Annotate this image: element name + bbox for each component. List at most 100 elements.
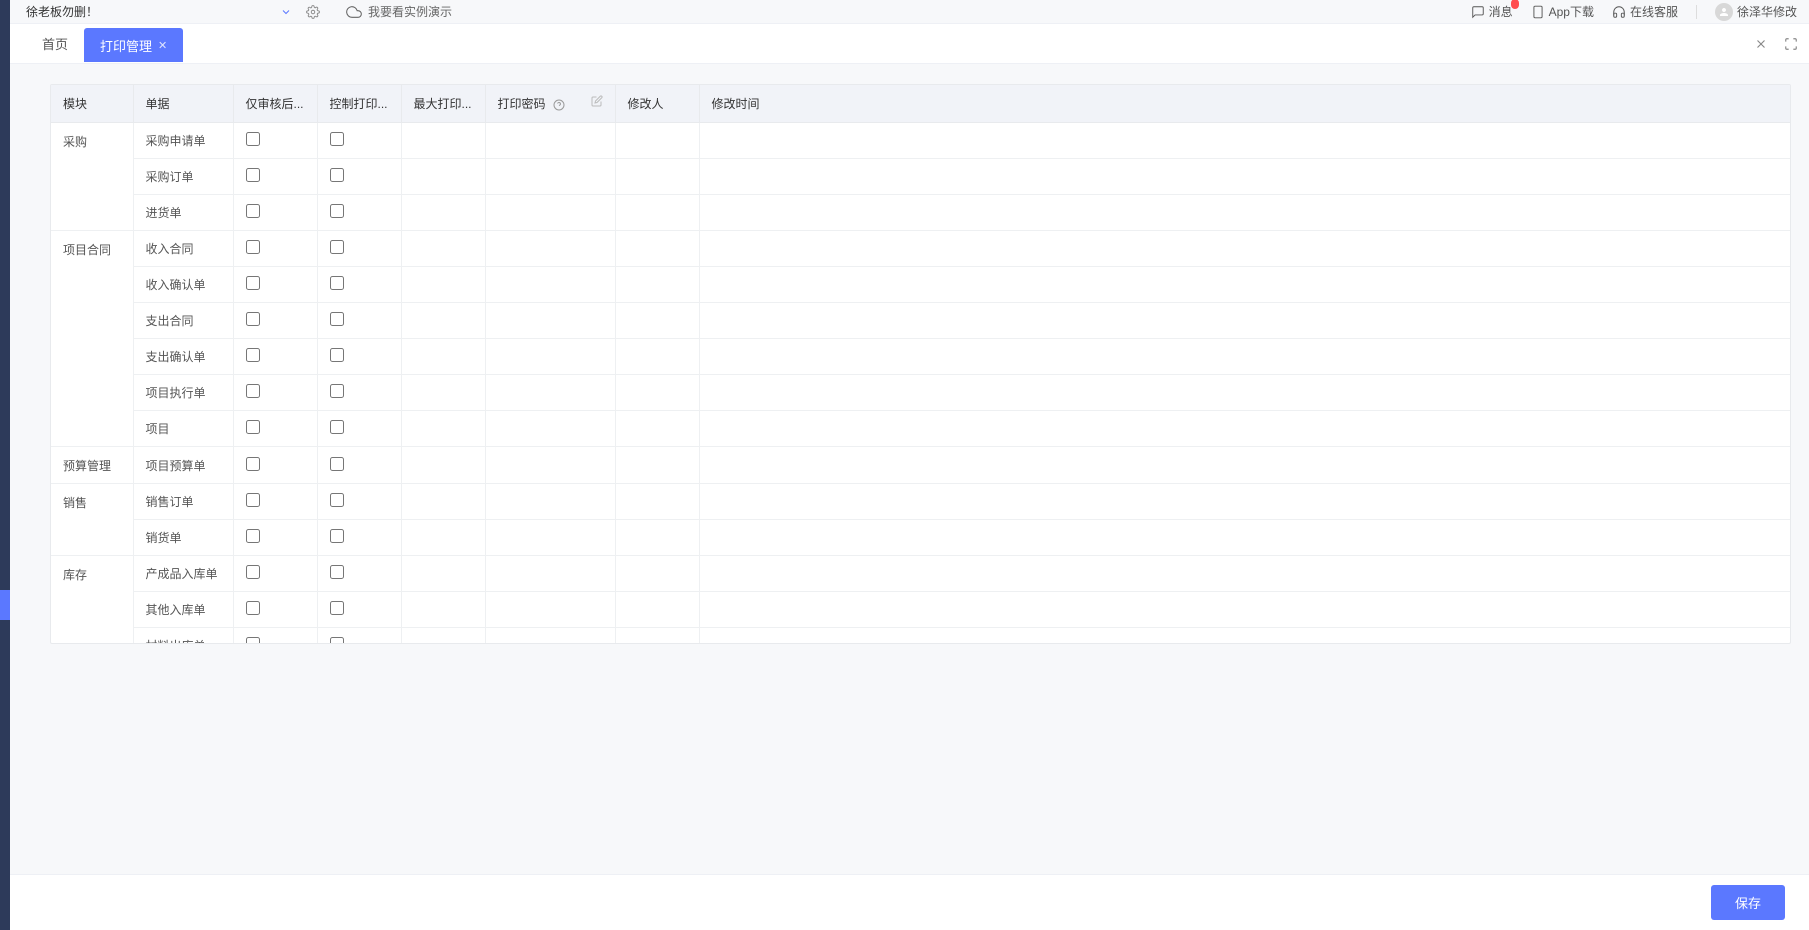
footer-bar: 保存 xyxy=(10,874,1809,930)
content-area: 模块 单据 仅审核后... 控制打印... 最大打印... 打印密码 xyxy=(10,64,1809,930)
max-print-cell[interactable] xyxy=(401,267,485,303)
print-password-cell[interactable] xyxy=(485,375,615,411)
audit-only-checkbox[interactable] xyxy=(246,457,260,471)
modify-time-cell xyxy=(699,411,1790,447)
control-print-checkbox[interactable] xyxy=(330,348,344,362)
audit-only-checkbox[interactable] xyxy=(246,240,260,254)
print-password-cell[interactable] xyxy=(485,484,615,520)
max-print-cell[interactable] xyxy=(401,484,485,520)
control-print-checkbox[interactable] xyxy=(330,420,344,434)
company-select[interactable]: 徐老板勿删！ xyxy=(26,3,292,20)
control-print-checkbox[interactable] xyxy=(330,565,344,579)
save-button[interactable]: 保存 xyxy=(1711,885,1785,920)
control-print-checkbox[interactable] xyxy=(330,240,344,254)
edit-icon[interactable] xyxy=(591,95,603,110)
control-print-cell xyxy=(317,303,401,339)
modifier-cell xyxy=(615,231,699,267)
control-print-checkbox[interactable] xyxy=(330,457,344,471)
modify-time-cell xyxy=(699,195,1790,231)
max-print-cell[interactable] xyxy=(401,231,485,267)
table-row: 项目 xyxy=(51,411,1790,447)
company-name: 徐老板勿删！ xyxy=(26,3,98,20)
document-cell: 项目预算单 xyxy=(133,447,233,484)
audit-only-cell xyxy=(233,303,317,339)
max-print-cell[interactable] xyxy=(401,411,485,447)
max-print-cell[interactable] xyxy=(401,628,485,644)
max-print-cell[interactable] xyxy=(401,520,485,556)
control-print-checkbox[interactable] xyxy=(330,132,344,146)
max-print-cell[interactable] xyxy=(401,592,485,628)
document-cell: 支出确认单 xyxy=(133,339,233,375)
audit-only-checkbox[interactable] xyxy=(246,529,260,543)
max-print-cell[interactable] xyxy=(401,159,485,195)
tab-close-icon[interactable]: ✕ xyxy=(158,39,167,52)
close-all-tabs-button[interactable] xyxy=(1751,34,1771,54)
audit-only-cell xyxy=(233,195,317,231)
print-password-cell[interactable] xyxy=(485,520,615,556)
print-password-cell[interactable] xyxy=(485,267,615,303)
table-scroll[interactable]: 模块 单据 仅审核后... 控制打印... 最大打印... 打印密码 xyxy=(51,85,1790,643)
control-print-checkbox[interactable] xyxy=(330,637,344,643)
tab-print-management[interactable]: 打印管理 ✕ xyxy=(84,28,183,62)
control-print-cell xyxy=(317,195,401,231)
online-service-link[interactable]: 在线客服 xyxy=(1612,3,1678,20)
print-password-cell[interactable] xyxy=(485,231,615,267)
audit-only-cell xyxy=(233,411,317,447)
max-print-cell[interactable] xyxy=(401,447,485,484)
tab-home-label: 首页 xyxy=(42,34,68,53)
print-password-cell[interactable] xyxy=(485,195,615,231)
control-print-checkbox[interactable] xyxy=(330,312,344,326)
audit-only-checkbox[interactable] xyxy=(246,204,260,218)
modify-time-cell xyxy=(699,484,1790,520)
audit-only-checkbox[interactable] xyxy=(246,312,260,326)
audit-only-checkbox[interactable] xyxy=(246,420,260,434)
control-print-cell xyxy=(317,339,401,375)
control-print-checkbox[interactable] xyxy=(330,529,344,543)
modifier-cell xyxy=(615,520,699,556)
app-download-link[interactable]: App下载 xyxy=(1531,3,1594,20)
control-print-checkbox[interactable] xyxy=(330,168,344,182)
user-menu[interactable]: 徐泽华修改 xyxy=(1715,3,1797,21)
control-print-checkbox[interactable] xyxy=(330,276,344,290)
control-print-checkbox[interactable] xyxy=(330,493,344,507)
audit-only-checkbox[interactable] xyxy=(246,637,260,643)
max-print-cell[interactable] xyxy=(401,303,485,339)
help-icon[interactable] xyxy=(553,99,565,111)
audit-only-checkbox[interactable] xyxy=(246,601,260,615)
audit-only-checkbox[interactable] xyxy=(246,276,260,290)
document-cell: 项目执行单 xyxy=(133,375,233,411)
audit-only-checkbox[interactable] xyxy=(246,493,260,507)
print-password-cell[interactable] xyxy=(485,123,615,159)
audit-only-checkbox[interactable] xyxy=(246,168,260,182)
control-print-cell xyxy=(317,123,401,159)
document-cell: 支出合同 xyxy=(133,303,233,339)
print-password-cell[interactable] xyxy=(485,411,615,447)
demo-link[interactable]: 我要看实例演示 xyxy=(346,3,452,20)
max-print-cell[interactable] xyxy=(401,375,485,411)
print-password-cell[interactable] xyxy=(485,339,615,375)
fullscreen-button[interactable] xyxy=(1781,34,1801,54)
audit-only-checkbox[interactable] xyxy=(246,348,260,362)
control-print-checkbox[interactable] xyxy=(330,601,344,615)
print-password-cell[interactable] xyxy=(485,447,615,484)
max-print-cell[interactable] xyxy=(401,195,485,231)
audit-only-checkbox[interactable] xyxy=(246,384,260,398)
max-print-cell[interactable] xyxy=(401,339,485,375)
print-password-cell[interactable] xyxy=(485,592,615,628)
audit-only-checkbox[interactable] xyxy=(246,132,260,146)
gear-icon[interactable] xyxy=(306,5,320,19)
tab-home[interactable]: 首页 xyxy=(26,24,84,64)
print-password-cell[interactable] xyxy=(485,556,615,592)
control-print-checkbox[interactable] xyxy=(330,204,344,218)
control-print-checkbox[interactable] xyxy=(330,384,344,398)
messages-link[interactable]: 消息 xyxy=(1471,3,1513,20)
print-password-cell[interactable] xyxy=(485,628,615,644)
print-password-cell[interactable] xyxy=(485,159,615,195)
max-print-cell[interactable] xyxy=(401,556,485,592)
max-print-cell[interactable] xyxy=(401,123,485,159)
modifier-cell xyxy=(615,447,699,484)
print-password-cell[interactable] xyxy=(485,303,615,339)
modify-time-cell xyxy=(699,123,1790,159)
headset-icon xyxy=(1612,5,1626,19)
audit-only-checkbox[interactable] xyxy=(246,565,260,579)
